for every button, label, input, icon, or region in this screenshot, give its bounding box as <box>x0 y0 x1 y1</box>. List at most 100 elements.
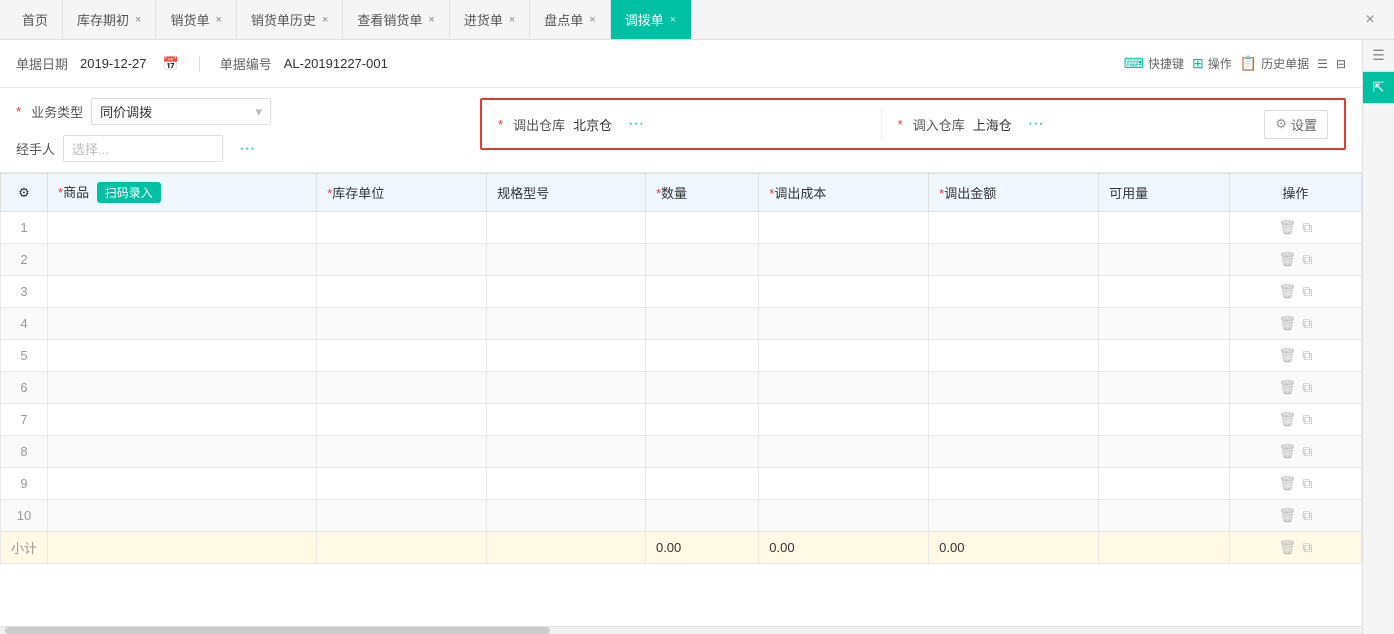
cell-available[interactable] <box>1099 468 1230 500</box>
copy-row-button[interactable]: ⧉ <box>1302 539 1312 555</box>
cell-spec[interactable] <box>487 244 646 276</box>
cell-cost[interactable] <box>759 468 929 500</box>
cell-qty[interactable] <box>645 468 758 500</box>
cell-amount[interactable]: 0.00 <box>929 532 1099 564</box>
cell-available[interactable] <box>1099 436 1230 468</box>
delete-row-button[interactable]: 🗑 <box>1278 539 1296 555</box>
cell-available[interactable] <box>1099 276 1230 308</box>
cell-amount[interactable] <box>929 276 1099 308</box>
cell-unit[interactable] <box>317 404 487 436</box>
cell-cost[interactable] <box>759 500 929 532</box>
cell-unit[interactable] <box>317 244 487 276</box>
scan-button[interactable]: 扫码录入 <box>97 182 161 203</box>
delete-row-button[interactable]: 🗑 <box>1278 347 1296 363</box>
cell-product[interactable] <box>48 372 317 404</box>
history-button[interactable]: 📋 历史单据 <box>1240 55 1309 72</box>
cell-cost[interactable] <box>759 212 929 244</box>
settings-button[interactable]: ⚙ 设置 <box>1264 110 1328 139</box>
copy-row-button[interactable]: ⧉ <box>1302 411 1312 427</box>
cell-unit[interactable] <box>317 276 487 308</box>
delete-row-button[interactable]: 🗑 <box>1278 219 1296 235</box>
cell-amount[interactable] <box>929 372 1099 404</box>
cell-unit[interactable] <box>317 532 487 564</box>
tab-close-view-sales[interactable]: × <box>428 14 434 26</box>
cell-available[interactable] <box>1099 532 1230 564</box>
tab-close-sales-history[interactable]: × <box>322 14 328 26</box>
cell-qty[interactable] <box>645 276 758 308</box>
transfer-out-more-button[interactable]: ··· <box>628 115 644 133</box>
cell-qty[interactable] <box>645 500 758 532</box>
cell-unit[interactable] <box>317 308 487 340</box>
delete-row-button[interactable]: 🗑 <box>1278 283 1296 299</box>
tab-stocktake[interactable]: 盘点单× <box>530 0 610 39</box>
cell-cost[interactable] <box>759 436 929 468</box>
cell-amount[interactable] <box>929 340 1099 372</box>
cell-spec[interactable] <box>487 468 646 500</box>
cell-cost[interactable] <box>759 340 929 372</box>
cell-available[interactable] <box>1099 212 1230 244</box>
cell-available[interactable] <box>1099 500 1230 532</box>
cell-spec[interactable] <box>487 372 646 404</box>
cell-qty[interactable] <box>645 212 758 244</box>
tab-close-inventory-init[interactable]: × <box>135 14 141 26</box>
cell-unit[interactable] <box>317 468 487 500</box>
tab-purchase[interactable]: 进货单× <box>450 0 530 39</box>
close-all-tabs-button[interactable]: × <box>1354 4 1386 36</box>
business-type-select[interactable]: 同价调拨 ▾ <box>91 98 271 125</box>
cell-product[interactable] <box>48 276 317 308</box>
copy-row-button[interactable]: ⧉ <box>1302 379 1312 395</box>
cell-spec[interactable] <box>487 340 646 372</box>
cell-cost[interactable]: 0.00 <box>759 532 929 564</box>
tab-close-stocktake[interactable]: × <box>589 14 595 26</box>
sidebar-list-icon[interactable]: ☰ <box>1363 40 1394 72</box>
cell-product[interactable] <box>48 212 317 244</box>
handler-select[interactable]: 选择... <box>63 135 223 162</box>
delete-row-button[interactable]: 🗑 <box>1278 251 1296 267</box>
cell-available[interactable] <box>1099 372 1230 404</box>
cell-product[interactable] <box>48 340 317 372</box>
sidebar-expand-icon[interactable]: ⇱ <box>1363 72 1394 104</box>
delete-row-button[interactable]: 🗑 <box>1278 411 1296 427</box>
tab-sales-order[interactable]: 销货单× <box>156 0 236 39</box>
delete-row-button[interactable]: 🗑 <box>1278 379 1296 395</box>
cell-spec[interactable] <box>487 276 646 308</box>
cell-qty[interactable] <box>645 308 758 340</box>
horizontal-scrollbar[interactable] <box>0 626 1362 634</box>
tab-transfer[interactable]: 调拨单× <box>611 0 691 39</box>
cell-amount[interactable] <box>929 500 1099 532</box>
cell-product[interactable] <box>48 500 317 532</box>
cell-qty[interactable] <box>645 404 758 436</box>
tab-close-sales-order[interactable]: × <box>215 14 221 26</box>
copy-row-button[interactable]: ⧉ <box>1302 347 1312 363</box>
tab-close-purchase[interactable]: × <box>509 14 515 26</box>
cell-available[interactable] <box>1099 340 1230 372</box>
cell-amount[interactable] <box>929 436 1099 468</box>
cell-unit[interactable] <box>317 340 487 372</box>
copy-row-button[interactable]: ⧉ <box>1302 507 1312 523</box>
cell-product[interactable] <box>48 436 317 468</box>
cell-spec[interactable] <box>487 308 646 340</box>
cell-spec[interactable] <box>487 436 646 468</box>
cell-cost[interactable] <box>759 308 929 340</box>
delete-row-button[interactable]: 🗑 <box>1278 507 1296 523</box>
cell-spec[interactable] <box>487 532 646 564</box>
cell-qty[interactable] <box>645 372 758 404</box>
cell-qty[interactable]: 0.00 <box>645 532 758 564</box>
copy-row-button[interactable]: ⧉ <box>1302 443 1312 459</box>
cell-spec[interactable] <box>487 404 646 436</box>
delete-row-button[interactable]: 🗑 <box>1278 315 1296 331</box>
handler-more-button[interactable]: ··· <box>239 140 255 158</box>
cell-spec[interactable] <box>487 212 646 244</box>
cell-amount[interactable] <box>929 244 1099 276</box>
cell-cost[interactable] <box>759 244 929 276</box>
tab-view-sales[interactable]: 查看销货单× <box>343 0 449 39</box>
layout-icon-grid[interactable]: ⊟ <box>1336 57 1346 71</box>
cell-unit[interactable] <box>317 212 487 244</box>
copy-row-button[interactable]: ⧉ <box>1302 475 1312 491</box>
cell-unit[interactable] <box>317 372 487 404</box>
tab-sales-history[interactable]: 销货单历史× <box>237 0 343 39</box>
copy-row-button[interactable]: ⧉ <box>1302 219 1312 235</box>
cell-available[interactable] <box>1099 244 1230 276</box>
transfer-in-more-button[interactable]: ··· <box>1028 115 1044 133</box>
cell-product[interactable] <box>48 308 317 340</box>
